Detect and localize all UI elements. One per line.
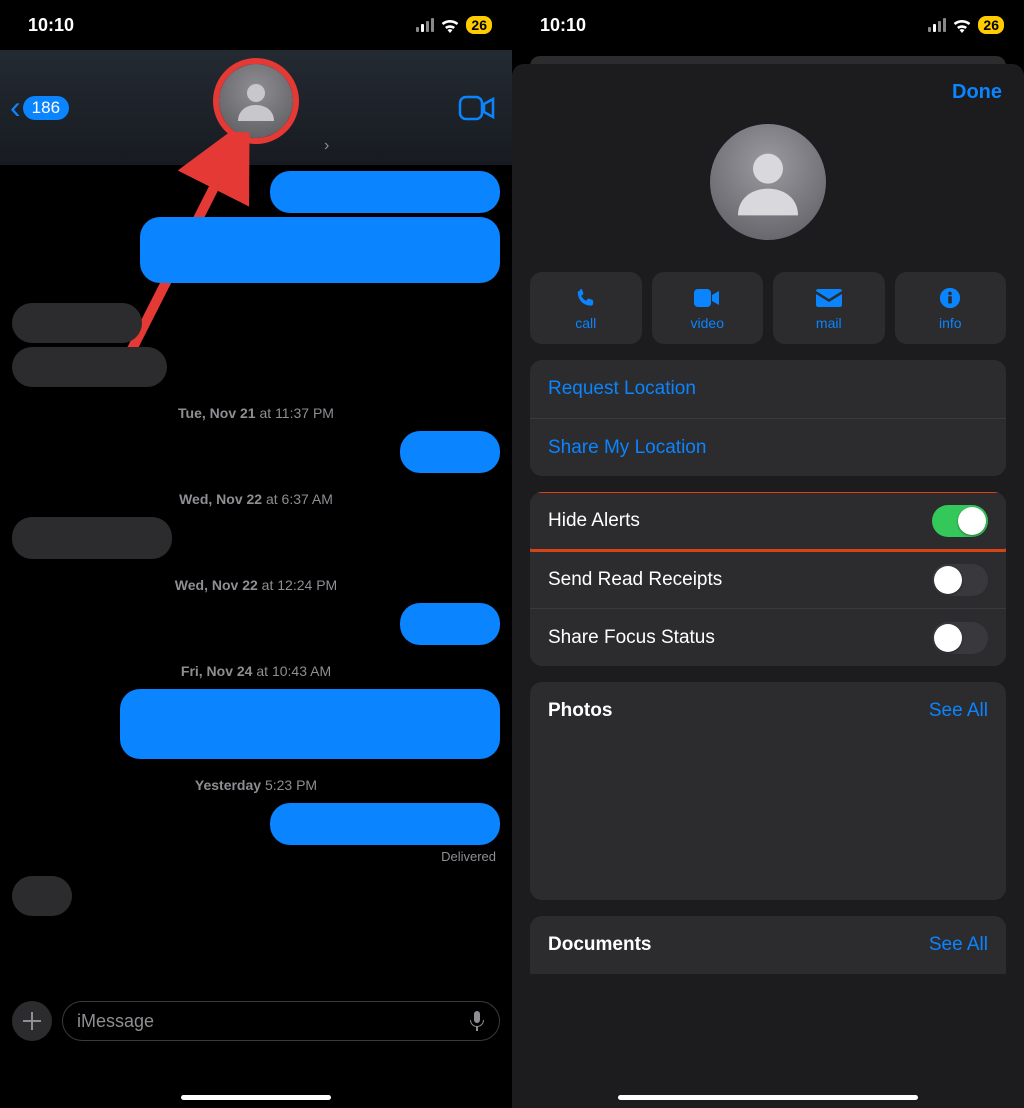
- status-bar: 10:10 26: [0, 0, 512, 50]
- send-read-receipts-row[interactable]: Send Read Receipts: [530, 550, 1006, 608]
- wifi-icon: [952, 18, 972, 33]
- share-location-row[interactable]: Share My Location: [530, 418, 1006, 476]
- back-button[interactable]: ‹ 186: [10, 89, 69, 126]
- contact-avatar[interactable]: [219, 64, 293, 138]
- home-indicator[interactable]: [181, 1095, 331, 1100]
- message-bubble-sent[interactable]: [140, 217, 500, 283]
- cellular-signal-icon: [928, 18, 946, 32]
- message-bubble-received[interactable]: [12, 347, 167, 387]
- contact-avatar-large[interactable]: [710, 124, 826, 240]
- date-separator: Wed, Nov 22 at 12:24 PM: [12, 577, 500, 593]
- message-bubble-received[interactable]: [12, 517, 172, 559]
- cellular-signal-icon: [416, 18, 434, 32]
- unread-badge: 186: [23, 96, 69, 120]
- photos-grid[interactable]: [530, 740, 1006, 900]
- status-bar: 10:10 26: [512, 0, 1024, 50]
- hide-alerts-toggle[interactable]: [932, 505, 988, 537]
- video-icon: [694, 289, 720, 307]
- message-bubble-sent[interactable]: [270, 803, 500, 845]
- chevron-left-icon: ‹: [10, 89, 21, 126]
- plus-button[interactable]: [12, 1001, 52, 1041]
- message-bubble-received[interactable]: [12, 303, 142, 343]
- photos-header-row[interactable]: Photos See All: [530, 682, 1006, 740]
- info-button[interactable]: info: [895, 272, 1007, 344]
- focus-status-toggle[interactable]: [932, 622, 988, 654]
- message-bubble-sent[interactable]: [120, 689, 500, 759]
- person-icon: [728, 142, 808, 222]
- date-separator: Fri, Nov 24 at 10:43 AM: [12, 663, 500, 679]
- message-bubble-sent[interactable]: [400, 603, 500, 645]
- input-placeholder: iMessage: [77, 1011, 154, 1032]
- chat-header: ‹ 186 ›: [0, 50, 512, 165]
- documents-header-row[interactable]: Documents See All: [530, 916, 1006, 974]
- wifi-icon: [440, 18, 460, 33]
- documents-group: Documents See All: [530, 916, 1006, 974]
- info-icon: [939, 287, 961, 309]
- person-icon: [232, 77, 280, 125]
- contact-details-screen: 10:10 26 Done call video mail: [512, 0, 1024, 1108]
- compose-bar: iMessage: [0, 992, 512, 1050]
- video-button[interactable]: video: [652, 272, 764, 344]
- contact-actions: call video mail info: [512, 272, 1024, 344]
- messages-list[interactable]: Tue, Nov 21 at 11:37 PM Wed, Nov 22 at 6…: [0, 165, 512, 968]
- battery-indicator: 26: [466, 16, 492, 34]
- hide-alerts-row[interactable]: Hide Alerts: [530, 492, 1006, 550]
- microphone-icon[interactable]: [469, 1010, 485, 1032]
- photos-group: Photos See All: [530, 682, 1006, 900]
- status-icons: 26: [416, 16, 492, 34]
- battery-indicator: 26: [978, 16, 1004, 34]
- alerts-group: Hide Alerts Send Read Receipts Share Foc…: [530, 492, 1006, 666]
- message-bubble-sent[interactable]: [270, 171, 500, 213]
- mail-icon: [816, 289, 842, 307]
- see-all-photos-link[interactable]: See All: [929, 700, 988, 722]
- status-icons: 26: [928, 16, 1004, 34]
- home-indicator[interactable]: [618, 1095, 918, 1100]
- message-bubble-sent[interactable]: [400, 431, 500, 473]
- messages-thread-screen: 10:10 26 ‹ 186 › Tue, Nov 21 at 11:37 PM…: [0, 0, 512, 1108]
- date-separator: Tue, Nov 21 at 11:37 PM: [12, 405, 500, 421]
- request-location-row[interactable]: Request Location: [530, 360, 1006, 418]
- plus-icon: [22, 1011, 42, 1031]
- sheet-toolbar: Done: [512, 64, 1024, 120]
- read-receipts-toggle[interactable]: [932, 564, 988, 596]
- location-group: Request Location Share My Location: [530, 360, 1006, 476]
- see-all-documents-link[interactable]: See All: [929, 934, 988, 956]
- facetime-video-icon[interactable]: [458, 95, 496, 121]
- delivered-label: Delivered: [12, 849, 500, 864]
- date-separator: Wed, Nov 22 at 6:37 AM: [12, 491, 500, 507]
- phone-icon: [575, 287, 597, 309]
- chevron-right-icon: ›: [324, 137, 329, 155]
- call-button[interactable]: call: [530, 272, 642, 344]
- status-time: 10:10: [28, 15, 74, 36]
- message-input[interactable]: iMessage: [62, 1001, 500, 1041]
- status-time: 10:10: [540, 15, 586, 36]
- mail-button[interactable]: mail: [773, 272, 885, 344]
- details-sheet: Done call video mail info: [512, 64, 1024, 1108]
- date-separator: Yesterday 5:23 PM: [12, 777, 500, 793]
- done-button[interactable]: Done: [952, 81, 1002, 104]
- message-bubble-received[interactable]: [12, 876, 72, 916]
- share-focus-status-row[interactable]: Share Focus Status: [530, 608, 1006, 666]
